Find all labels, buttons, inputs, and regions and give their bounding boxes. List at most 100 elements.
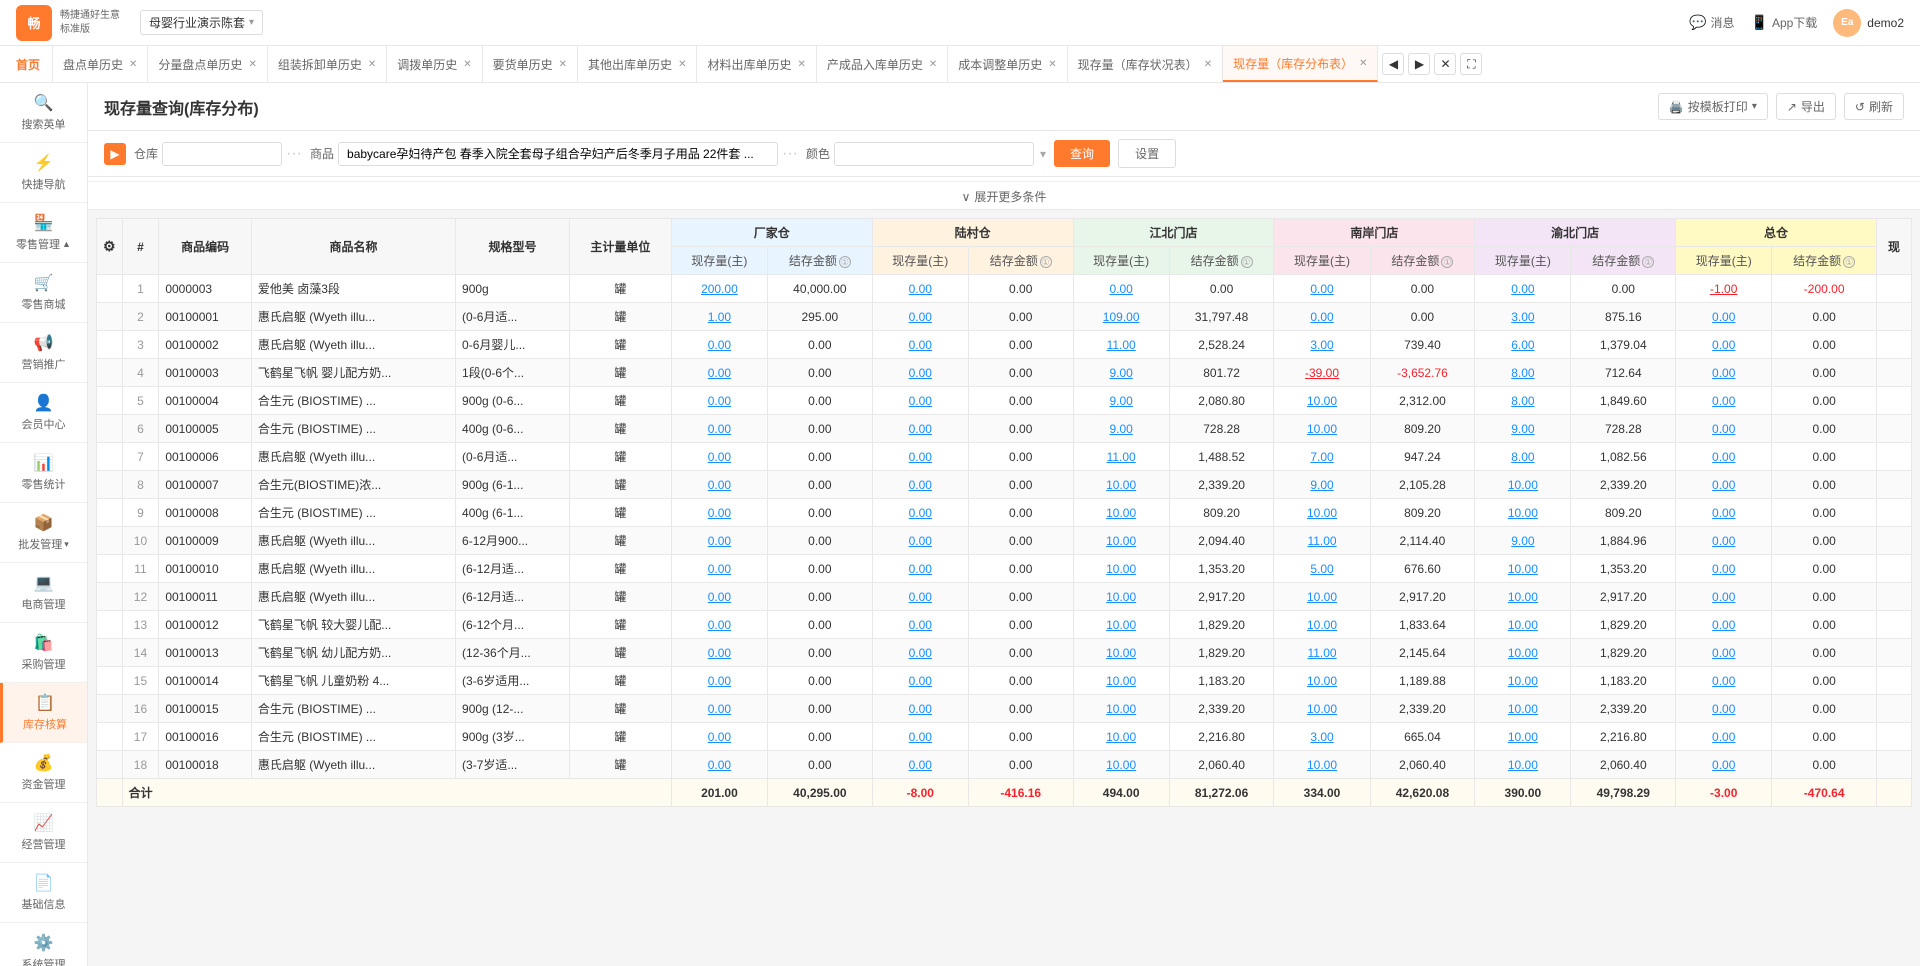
table-cell[interactable]: 5.00 xyxy=(1274,555,1370,583)
table-cell[interactable]: 0.00 xyxy=(1676,611,1772,639)
tab-group-disassemble[interactable]: 组装拆卸单历史 ✕ xyxy=(268,46,387,82)
sidebar-item-inventory[interactable]: 📋 库存核算 xyxy=(0,683,87,743)
table-cell[interactable]: 10.00 xyxy=(1475,499,1571,527)
table-cell[interactable]: 0.00 xyxy=(1676,667,1772,695)
table-cell[interactable]: 0.00 xyxy=(872,471,968,499)
table-cell[interactable]: 10.00 xyxy=(1475,751,1571,779)
table-cell[interactable]: 3.00 xyxy=(1475,303,1571,331)
table-cell[interactable]: 10.00 xyxy=(1274,499,1370,527)
table-cell[interactable]: 3.00 xyxy=(1274,723,1370,751)
table-cell[interactable]: 0.00 xyxy=(872,331,968,359)
table-cell[interactable]: 0.00 xyxy=(872,415,968,443)
table-cell[interactable]: 0.00 xyxy=(1676,695,1772,723)
info-icon[interactable]: ① xyxy=(839,256,851,268)
table-cell[interactable]: -39.00 xyxy=(1274,359,1370,387)
table-cell[interactable]: 0.00 xyxy=(1676,415,1772,443)
table-cell[interactable]: 0.00 xyxy=(1676,583,1772,611)
table-cell[interactable]: 7.00 xyxy=(1274,443,1370,471)
info-icon[interactable]: ① xyxy=(1040,256,1052,268)
tab-close-icon[interactable]: ✕ xyxy=(1359,58,1367,69)
table-cell[interactable]: 0.00 xyxy=(1274,275,1370,303)
table-cell[interactable]: 8.00 xyxy=(1475,443,1571,471)
tab-stock-dist[interactable]: 现存量（库存分布表） ✕ xyxy=(1223,46,1378,82)
table-cell[interactable]: 0.00 xyxy=(1676,751,1772,779)
warehouse-dots[interactable]: ··· xyxy=(286,145,302,163)
table-cell[interactable]: 0.00 xyxy=(671,387,767,415)
table-cell[interactable]: 0.00 xyxy=(872,751,968,779)
tab-close-icon[interactable]: ✕ xyxy=(1048,59,1056,70)
table-cell[interactable]: 6.00 xyxy=(1475,331,1571,359)
table-cell[interactable]: 11.00 xyxy=(1274,639,1370,667)
table-cell[interactable]: 0.00 xyxy=(872,667,968,695)
table-cell[interactable]: 11.00 xyxy=(1073,331,1169,359)
table-cell[interactable]: 0.00 xyxy=(671,751,767,779)
table-cell[interactable]: 9.00 xyxy=(1475,415,1571,443)
info-icon[interactable]: ① xyxy=(1441,256,1453,268)
table-cell[interactable]: 0.00 xyxy=(872,275,968,303)
table-cell[interactable]: 0.00 xyxy=(671,499,767,527)
setting-button[interactable]: 设置 xyxy=(1118,139,1176,168)
table-cell[interactable]: 10.00 xyxy=(1073,499,1169,527)
table-cell[interactable]: 10.00 xyxy=(1475,611,1571,639)
table-cell[interactable]: 0.00 xyxy=(1073,275,1169,303)
table-cell[interactable]: 10.00 xyxy=(1274,415,1370,443)
tab-close-icon[interactable]: ✕ xyxy=(368,59,376,70)
sidebar-item-retail-stats[interactable]: 📊 零售统计 xyxy=(0,443,87,503)
table-cell[interactable]: 0.00 xyxy=(872,387,968,415)
table-container[interactable]: ⚙ # 商品编码 商品名称 规格型号 主计量单位 厂家仓 陆村仓 江北门店 南岸… xyxy=(88,210,1920,966)
table-cell[interactable]: 10.00 xyxy=(1475,639,1571,667)
tab-home[interactable]: 首页 xyxy=(4,46,53,82)
sidebar-item-basic[interactable]: 📄 基础信息 xyxy=(0,863,87,923)
table-cell[interactable]: 0.00 xyxy=(872,611,968,639)
table-cell[interactable]: -1.00 xyxy=(1676,275,1772,303)
table-cell[interactable]: 0.00 xyxy=(671,471,767,499)
table-cell[interactable]: 0.00 xyxy=(671,359,767,387)
tab-requisition[interactable]: 要货单历史 ✕ xyxy=(483,46,578,82)
table-cell[interactable]: 0.00 xyxy=(671,639,767,667)
table-cell[interactable]: 10.00 xyxy=(1274,751,1370,779)
table-cell[interactable]: 10.00 xyxy=(1475,471,1571,499)
product-input[interactable] xyxy=(338,142,778,166)
table-cell[interactable]: 10.00 xyxy=(1475,723,1571,751)
settings-th[interactable]: ⚙ xyxy=(97,219,123,275)
sidebar-item-retail[interactable]: 🏪 零售管理 ▲ xyxy=(0,203,87,263)
table-cell[interactable]: 0.00 xyxy=(671,583,767,611)
product-dots[interactable]: ··· xyxy=(782,145,798,163)
table-cell[interactable]: 200.00 xyxy=(671,275,767,303)
table-cell[interactable]: 0.00 xyxy=(671,695,767,723)
sidebar-item-marketing[interactable]: 📢 营销推广 xyxy=(0,323,87,383)
table-cell[interactable]: 9.00 xyxy=(1073,415,1169,443)
tab-close-icon[interactable]: ✕ xyxy=(929,59,937,70)
table-cell[interactable]: 0.00 xyxy=(671,723,767,751)
tab-close-all[interactable]: ✕ xyxy=(1434,53,1456,75)
table-cell[interactable]: 10.00 xyxy=(1475,695,1571,723)
table-cell[interactable]: 0.00 xyxy=(1676,331,1772,359)
tab-close-icon[interactable]: ✕ xyxy=(678,59,686,70)
table-cell[interactable]: 10.00 xyxy=(1274,611,1370,639)
user-profile[interactable]: Ea demo2 xyxy=(1833,9,1904,37)
table-cell[interactable]: 9.00 xyxy=(1274,471,1370,499)
color-input[interactable] xyxy=(834,142,1034,166)
sidebar-item-member[interactable]: 👤 会员中心 xyxy=(0,383,87,443)
sidebar-item-finance[interactable]: 💰 资金管理 xyxy=(0,743,87,803)
sidebar-item-purchase[interactable]: 🛍️ 采购管理 xyxy=(0,623,87,683)
table-cell[interactable]: 0.00 xyxy=(671,555,767,583)
tab-close-icon[interactable]: ✕ xyxy=(797,59,805,70)
table-cell[interactable]: 0.00 xyxy=(872,527,968,555)
table-cell[interactable]: 9.00 xyxy=(1073,387,1169,415)
tab-other-out[interactable]: 其他出库单历史 ✕ xyxy=(578,46,697,82)
table-cell[interactable]: 0.00 xyxy=(872,639,968,667)
table-cell[interactable]: 0.00 xyxy=(872,723,968,751)
table-cell[interactable]: 10.00 xyxy=(1073,695,1169,723)
table-cell[interactable]: 0.00 xyxy=(1676,723,1772,751)
table-cell[interactable]: 0.00 xyxy=(671,611,767,639)
info-icon[interactable]: ① xyxy=(1642,256,1654,268)
tab-close-icon[interactable]: ✕ xyxy=(129,59,137,70)
table-cell[interactable]: 10.00 xyxy=(1475,667,1571,695)
table-cell[interactable]: 10.00 xyxy=(1073,583,1169,611)
table-cell[interactable]: 10.00 xyxy=(1073,555,1169,583)
table-cell[interactable]: 0.00 xyxy=(671,667,767,695)
table-cell[interactable]: 10.00 xyxy=(1274,387,1370,415)
refresh-button[interactable]: ↺ 刷新 xyxy=(1844,93,1904,120)
search-button[interactable]: 查询 xyxy=(1054,140,1110,167)
